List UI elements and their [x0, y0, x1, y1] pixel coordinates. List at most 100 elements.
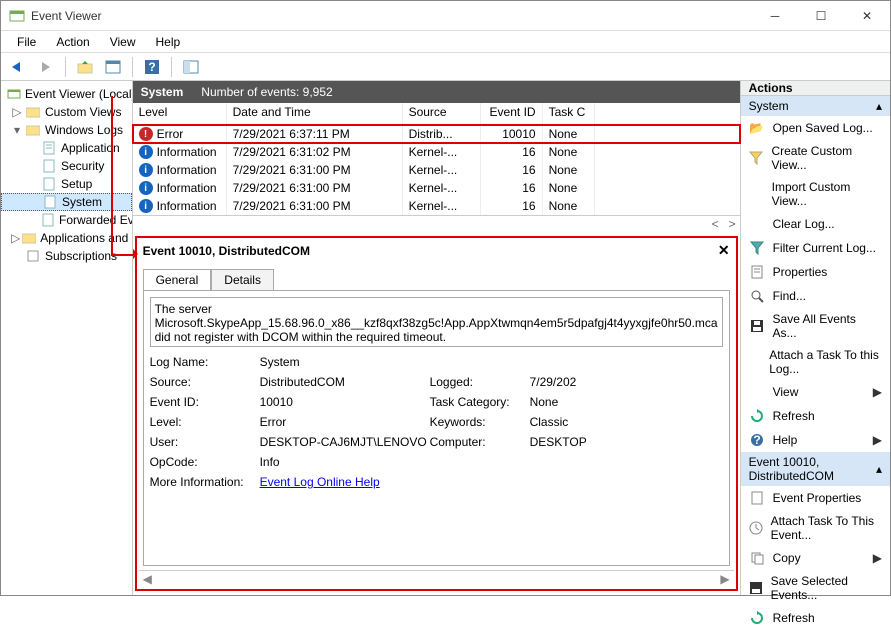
- menu-action[interactable]: Action: [46, 33, 99, 51]
- error-icon: !: [139, 127, 153, 141]
- properties-icon: [749, 490, 765, 506]
- log-icon: [41, 212, 55, 228]
- collapse-icon[interactable]: ▴: [876, 462, 882, 476]
- event-row[interactable]: iInformation 7/29/2021 6:31:02 PM Kernel…: [133, 143, 740, 161]
- subscriptions-icon: [25, 248, 41, 264]
- eventviewer-icon: [7, 86, 21, 102]
- log-icon: [41, 176, 57, 192]
- action-view[interactable]: ·View▶: [741, 380, 890, 404]
- event-message: The server Microsoft.SkypeApp_15.68.96.0…: [150, 297, 723, 347]
- list-count: Number of events: 9,952: [201, 85, 332, 99]
- find-icon: [749, 288, 765, 304]
- center-pane: System Number of events: 9,952 Level Dat…: [133, 81, 741, 595]
- info-icon: i: [139, 199, 153, 213]
- help-button[interactable]: ?: [141, 56, 163, 78]
- action-copy[interactable]: Copy▶: [741, 546, 890, 570]
- info-icon: i: [139, 181, 153, 195]
- folder-open-icon: 📂: [749, 120, 765, 136]
- action-refresh[interactable]: Refresh: [741, 404, 890, 428]
- event-row[interactable]: !Error 7/29/2021 6:37:11 PM Distrib... 1…: [133, 125, 740, 143]
- panel-button-2[interactable]: [180, 56, 202, 78]
- list-scrollbar[interactable]: < >: [133, 215, 740, 232]
- list-title: System: [141, 85, 184, 99]
- action-help[interactable]: ?Help▶: [741, 428, 890, 452]
- action-create-custom-view[interactable]: Create Custom View...: [741, 140, 890, 176]
- folder-icon: [22, 230, 36, 246]
- actions-section-event: Event 10010, DistributedCOM▴: [741, 452, 890, 486]
- menu-view[interactable]: View: [100, 33, 146, 51]
- folder-up-button[interactable]: [74, 56, 96, 78]
- folder-icon: [25, 104, 41, 120]
- action-attach-task[interactable]: ·Attach a Task To this Log...: [741, 344, 890, 380]
- annotation-box: Event 10010, DistributedCOM ✕ General De…: [135, 236, 738, 591]
- detail-close-button[interactable]: ✕: [718, 242, 730, 259]
- menu-file[interactable]: File: [7, 33, 46, 51]
- menu-bar: File Action View Help: [1, 31, 890, 53]
- event-row[interactable]: iInformation 7/29/2021 6:31:00 PM Kernel…: [133, 179, 740, 197]
- toolbar-separator: [65, 57, 66, 77]
- action-open-saved-log[interactable]: 📂Open Saved Log...: [741, 116, 890, 140]
- info-icon: i: [139, 163, 153, 177]
- actions-header: Actions: [741, 81, 890, 96]
- actions-section-system: System▴: [741, 96, 890, 116]
- tab-panel-general: The server Microsoft.SkypeApp_15.68.96.0…: [143, 290, 730, 566]
- action-find[interactable]: Find...: [741, 284, 890, 308]
- action-filter-log[interactable]: Filter Current Log...: [741, 236, 890, 260]
- detail-scrollbar[interactable]: ◀▶: [139, 570, 734, 587]
- action-clear-log[interactable]: ·Clear Log...: [741, 212, 890, 236]
- toolbar-separator: [171, 57, 172, 77]
- list-header-bar: System Number of events: 9,952: [133, 81, 740, 103]
- action-save-selected[interactable]: Save Selected Events...: [741, 570, 890, 606]
- action-attach-task-event[interactable]: Attach Task To This Event...: [741, 510, 890, 546]
- col-level[interactable]: Level: [133, 103, 227, 124]
- help-icon: ?: [749, 432, 765, 448]
- action-event-properties[interactable]: Event Properties: [741, 486, 890, 510]
- expand-icon[interactable]: ▷: [11, 105, 23, 119]
- title-bar: Event Viewer ─ ☐ ✕: [1, 1, 890, 31]
- chevron-right-icon: ▶: [873, 551, 882, 565]
- minimize-button[interactable]: ─: [752, 1, 798, 31]
- panel-button-1[interactable]: [102, 56, 124, 78]
- filter-new-icon: [749, 150, 764, 166]
- collapse-icon[interactable]: ▾: [11, 123, 23, 137]
- log-icon: [42, 194, 58, 210]
- properties-icon: [749, 264, 765, 280]
- svg-text:?: ?: [753, 433, 760, 447]
- refresh-icon: [749, 610, 765, 626]
- column-headers: Level Date and Time Source Event ID Task…: [133, 103, 740, 125]
- col-datetime[interactable]: Date and Time: [227, 103, 403, 124]
- action-save-all[interactable]: Save All Events As...: [741, 308, 890, 344]
- action-properties[interactable]: Properties: [741, 260, 890, 284]
- save-icon: [749, 580, 763, 596]
- event-log-help-link[interactable]: Event Log Online Help: [260, 475, 380, 489]
- menu-help[interactable]: Help: [146, 33, 191, 51]
- forward-button[interactable]: [35, 56, 57, 78]
- detail-header: Event 10010, DistributedCOM ✕: [139, 240, 734, 261]
- toolbar-separator: [132, 57, 133, 77]
- col-eventid[interactable]: Event ID: [481, 103, 543, 124]
- action-import-custom-view[interactable]: ·Import Custom View...: [741, 176, 890, 212]
- maximize-button[interactable]: ☐: [798, 1, 844, 31]
- detail-tabs: General Details: [143, 269, 730, 290]
- event-row[interactable]: iInformation 7/29/2021 6:31:00 PM Kernel…: [133, 161, 740, 179]
- log-icon: [41, 140, 57, 156]
- tab-details[interactable]: Details: [211, 269, 274, 290]
- chevron-right-icon: ▶: [873, 385, 882, 399]
- col-taskcat[interactable]: Task C: [543, 103, 595, 124]
- detail-title: Event 10010, DistributedCOM: [143, 244, 310, 258]
- back-button[interactable]: [7, 56, 29, 78]
- window-title: Event Viewer: [31, 9, 752, 23]
- annotation-arrow: [111, 96, 137, 256]
- refresh-icon: [749, 408, 765, 424]
- action-refresh-2[interactable]: Refresh: [741, 606, 890, 630]
- expand-icon[interactable]: ▷: [11, 231, 20, 245]
- close-button[interactable]: ✕: [844, 1, 890, 31]
- event-row[interactable]: iInformation 7/29/2021 6:31:00 PM Kernel…: [133, 197, 740, 215]
- tab-general[interactable]: General: [143, 269, 212, 290]
- event-rows: !Error 7/29/2021 6:37:11 PM Distrib... 1…: [133, 125, 740, 215]
- folder-icon: [25, 122, 41, 138]
- task-icon: [749, 520, 763, 536]
- log-icon: [41, 158, 57, 174]
- col-source[interactable]: Source: [403, 103, 481, 124]
- collapse-icon[interactable]: ▴: [876, 99, 882, 113]
